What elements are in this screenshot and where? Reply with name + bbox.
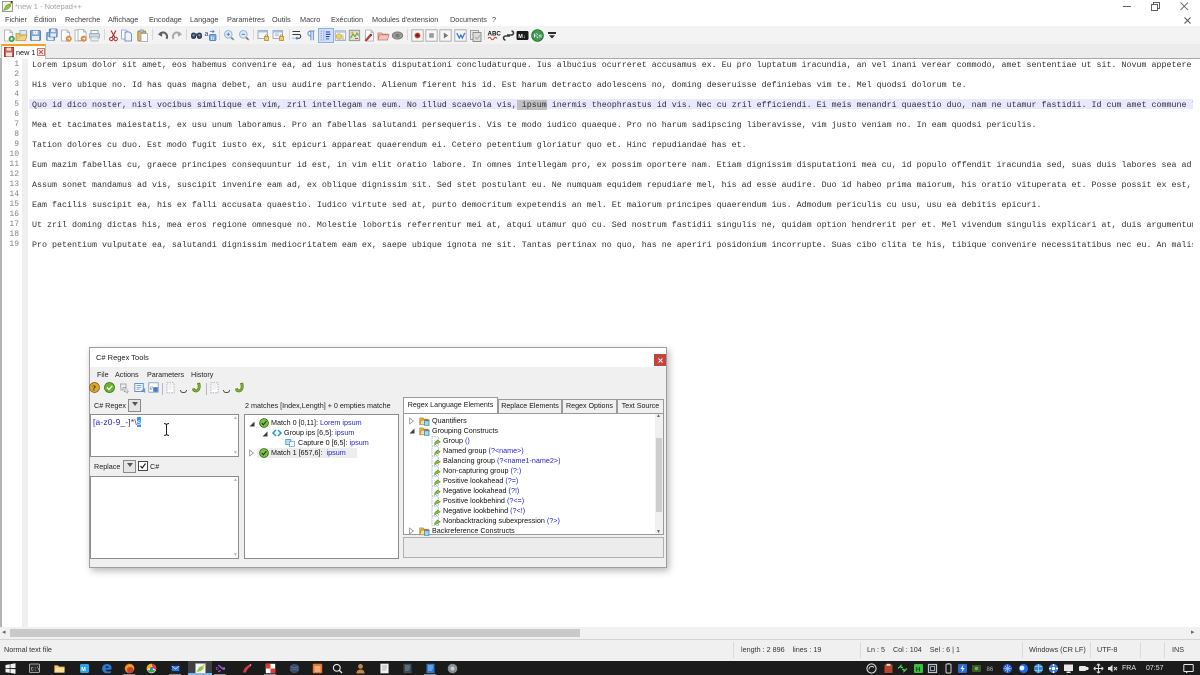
- svg-text:a: a: [149, 386, 152, 392]
- svg-text:H: H: [915, 666, 920, 673]
- svg-text:C:\: C:\: [30, 666, 39, 672]
- svg-text:M↓: M↓: [518, 33, 526, 39]
- svg-text:M: M: [81, 667, 86, 673]
- svg-text:Re: Re: [533, 33, 542, 40]
- svg-text:b: b: [211, 35, 214, 41]
- svg-text:?: ?: [92, 384, 96, 393]
- svg-text:a: a: [204, 31, 208, 38]
- svg-text:ABC: ABC: [488, 30, 502, 37]
- svg-text:86: 86: [986, 667, 993, 673]
